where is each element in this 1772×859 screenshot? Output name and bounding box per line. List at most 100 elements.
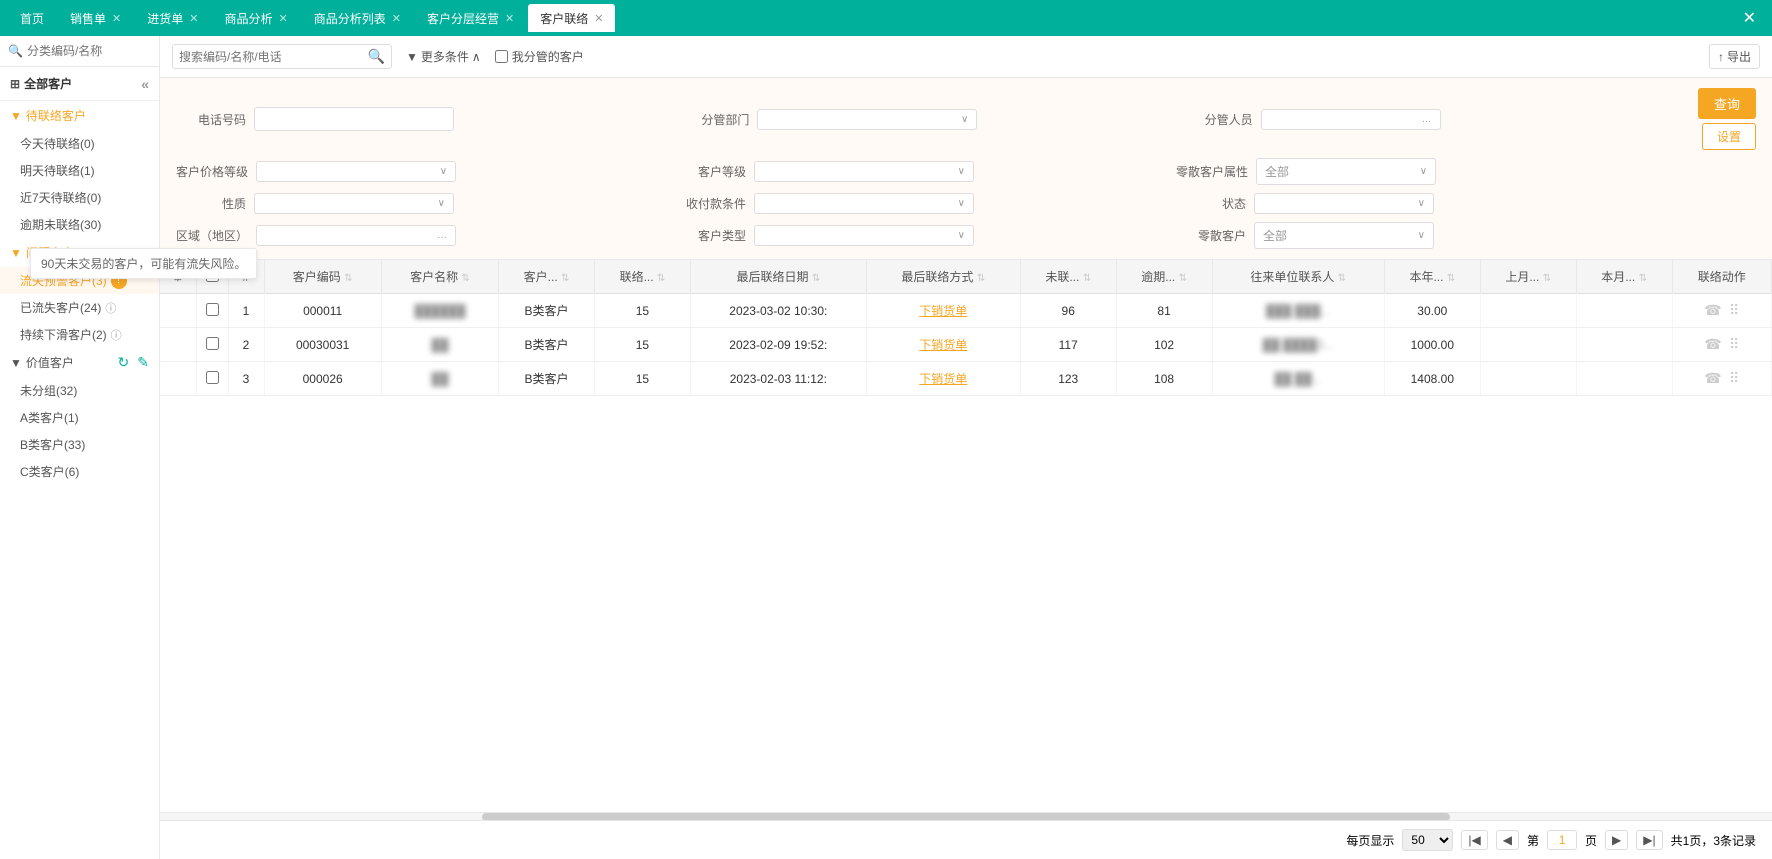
customer-level-select[interactable]: ∨ [754, 161, 974, 182]
tab-sales[interactable]: 销售单 ✕ [58, 4, 133, 32]
my-customers-check[interactable]: 我分管的客户 [495, 48, 584, 65]
cell-last-method-2[interactable]: 下销货单 [866, 362, 1020, 396]
tab-customer-tiered[interactable]: 客户分层经营 ✕ [415, 4, 526, 32]
last-method-link-2[interactable]: 下销货单 [919, 372, 967, 386]
tab-sales-close[interactable]: ✕ [112, 12, 121, 25]
scattered-select[interactable]: 全部 ∨ [1254, 222, 1434, 249]
sidebar-group-pending[interactable]: ▼ 待联络客户 [0, 101, 159, 130]
value-group-edit[interactable]: ✎ [137, 354, 149, 371]
dept-select[interactable]: ∨ [757, 109, 977, 130]
top-nav: 首页 销售单 ✕ 进货单 ✕ 商品分析 ✕ 商品分析列表 ✕ 客户分层经营 ✕ … [0, 0, 1772, 36]
cell-action-2[interactable]: ☎ ⠿ [1672, 362, 1771, 396]
sidebar-item-class-c[interactable]: C类客户(6) [0, 458, 159, 485]
phone-input[interactable] [254, 107, 454, 131]
nature-select[interactable]: ∨ [254, 193, 454, 214]
value-group-refresh[interactable]: ↻ [118, 354, 130, 371]
row-checkbox-2[interactable] [206, 371, 219, 384]
next-page-btn[interactable]: ▶ [1605, 830, 1628, 850]
last-method-link-0[interactable]: 下销货单 [919, 304, 967, 318]
query-btn[interactable]: 查询 [1698, 88, 1756, 119]
col-this-month[interactable]: 本月... ⇅ [1576, 260, 1672, 294]
action-contact-icon-0[interactable]: ☎ [1704, 302, 1721, 318]
col-last-month[interactable]: 上月... ⇅ [1480, 260, 1576, 294]
declining-label: 持续下滑客户(2) [20, 326, 107, 343]
col-overdue[interactable]: 逾期... ⇅ [1116, 260, 1212, 294]
sidebar-collapse-icon[interactable]: « [141, 76, 149, 92]
prev-page-btn[interactable]: ◀ [1496, 830, 1519, 850]
export-btn[interactable]: ↑ 导出 [1709, 44, 1760, 69]
action-contact-icon-2[interactable]: ☎ [1704, 370, 1721, 386]
page-input[interactable] [1547, 830, 1577, 850]
sidebar-search-input[interactable] [27, 44, 160, 58]
region-select[interactable]: … [256, 225, 456, 246]
cell-code-2: 000026 [264, 362, 381, 396]
first-page-btn[interactable]: |◀ [1461, 830, 1487, 850]
col-last-date[interactable]: 最后联络日期 ⇅ [690, 260, 866, 294]
col-uncontacted[interactable]: 未联... ⇅ [1020, 260, 1116, 294]
this-month-sort-icon: ⇅ [1639, 273, 1647, 284]
tab-customer-tiered-close[interactable]: ✕ [505, 12, 514, 25]
tab-product-analysis-list[interactable]: 商品分析列表 ✕ [302, 4, 413, 32]
tab-purchase-close[interactable]: ✕ [189, 12, 198, 25]
h-scrollbar[interactable] [160, 812, 1772, 820]
cell-overdue-0: 81 [1116, 294, 1212, 328]
price-level-select[interactable]: ∨ [256, 161, 456, 182]
scattered-attr-label: 零散客户属性 [1176, 163, 1248, 180]
page-size-select[interactable]: 50 100 [1402, 829, 1453, 851]
col-code[interactable]: 客户编码 ⇅ [264, 260, 381, 294]
sidebar-item-overdue[interactable]: 逾期未联络(30) [0, 211, 159, 238]
tab-purchase[interactable]: 进货单 ✕ [135, 4, 210, 32]
sidebar-all-customers[interactable]: ⊞ 全部客户 « [0, 67, 159, 101]
close-all-tabs[interactable]: ✕ [1735, 8, 1764, 28]
sidebar-item-class-a[interactable]: A类客户(1) [0, 404, 159, 431]
payment-select[interactable]: ∨ [754, 193, 974, 214]
sidebar-item-tomorrow[interactable]: 明天待联络(1) [0, 157, 159, 184]
sidebar-item-7days[interactable]: 近7天待联络(0) [0, 184, 159, 211]
sidebar-item-class-b[interactable]: B类客户(33) [0, 431, 159, 458]
filter-customer-level: 客户等级 ∨ [676, 161, 1176, 182]
col-unit-contact[interactable]: 往来单位联系人 ⇅ [1212, 260, 1384, 294]
tab-product-analysis[interactable]: 商品分析 ✕ [212, 4, 299, 32]
col-this-year[interactable]: 本年... ⇅ [1384, 260, 1480, 294]
tab-product-analysis-list-close[interactable]: ✕ [392, 12, 401, 25]
sidebar-group-value[interactable]: ▼ 价值客户 ↻ ✎ [0, 348, 159, 377]
row-checkbox-1[interactable] [206, 337, 219, 350]
tab-customer-contact[interactable]: 客户联络 ✕ [528, 4, 615, 32]
cell-checkbox-1[interactable] [196, 328, 228, 362]
last-page-btn[interactable]: ▶| [1636, 830, 1662, 850]
sidebar-item-today[interactable]: 今天待联络(0) [0, 130, 159, 157]
settings-btn[interactable]: 设置 [1702, 123, 1756, 150]
action-more-icon-2[interactable]: ⠿ [1729, 370, 1739, 386]
action-contact-icon-1[interactable]: ☎ [1704, 336, 1721, 352]
my-customers-checkbox[interactable] [495, 50, 508, 63]
status-select[interactable]: ∨ [1254, 193, 1434, 214]
tab-customer-contact-close[interactable]: ✕ [594, 12, 603, 25]
action-more-icon-0[interactable]: ⠿ [1729, 302, 1739, 318]
cell-action-0[interactable]: ☎ ⠿ [1672, 294, 1771, 328]
col-last-method[interactable]: 最后联络方式 ⇅ [866, 260, 1020, 294]
col-type[interactable]: 客户... ⇅ [499, 260, 595, 294]
scattered-attr-select[interactable]: 全部 ∨ [1256, 158, 1436, 185]
customer-type-select[interactable]: ∨ [754, 225, 974, 246]
sidebar-item-declining[interactable]: 持续下滑客户(2) ⓘ [0, 321, 159, 348]
row-checkbox-0[interactable] [206, 303, 219, 316]
main-search-input[interactable] [179, 50, 364, 64]
tab-product-analysis-close[interactable]: ✕ [279, 12, 288, 25]
col-name[interactable]: 客户名称 ⇅ [381, 260, 498, 294]
sidebar-item-churned[interactable]: 已流失客户(24) ⓘ [0, 294, 159, 321]
more-conditions-btn[interactable]: ▼ 更多条件 ∧ [400, 45, 487, 68]
action-more-icon-1[interactable]: ⠿ [1729, 336, 1739, 352]
last-method-link-1[interactable]: 下销货单 [919, 338, 967, 352]
cell-last-method-1[interactable]: 下销货单 [866, 328, 1020, 362]
col-contact[interactable]: 联络... ⇅ [594, 260, 690, 294]
sidebar-item-unclassified[interactable]: 未分组(32) [0, 377, 159, 404]
main-search-icon[interactable]: 🔍 [368, 48, 385, 65]
export-label: 导出 [1727, 48, 1751, 65]
manager-select[interactable]: … [1261, 109, 1441, 130]
cell-checkbox-2[interactable] [196, 362, 228, 396]
cell-action-1[interactable]: ☎ ⠿ [1672, 328, 1771, 362]
cell-checkbox-0[interactable] [196, 294, 228, 328]
manager-label: 分管人员 [1183, 111, 1253, 128]
tab-home[interactable]: 首页 [8, 4, 56, 32]
cell-last-method-0[interactable]: 下销货单 [866, 294, 1020, 328]
